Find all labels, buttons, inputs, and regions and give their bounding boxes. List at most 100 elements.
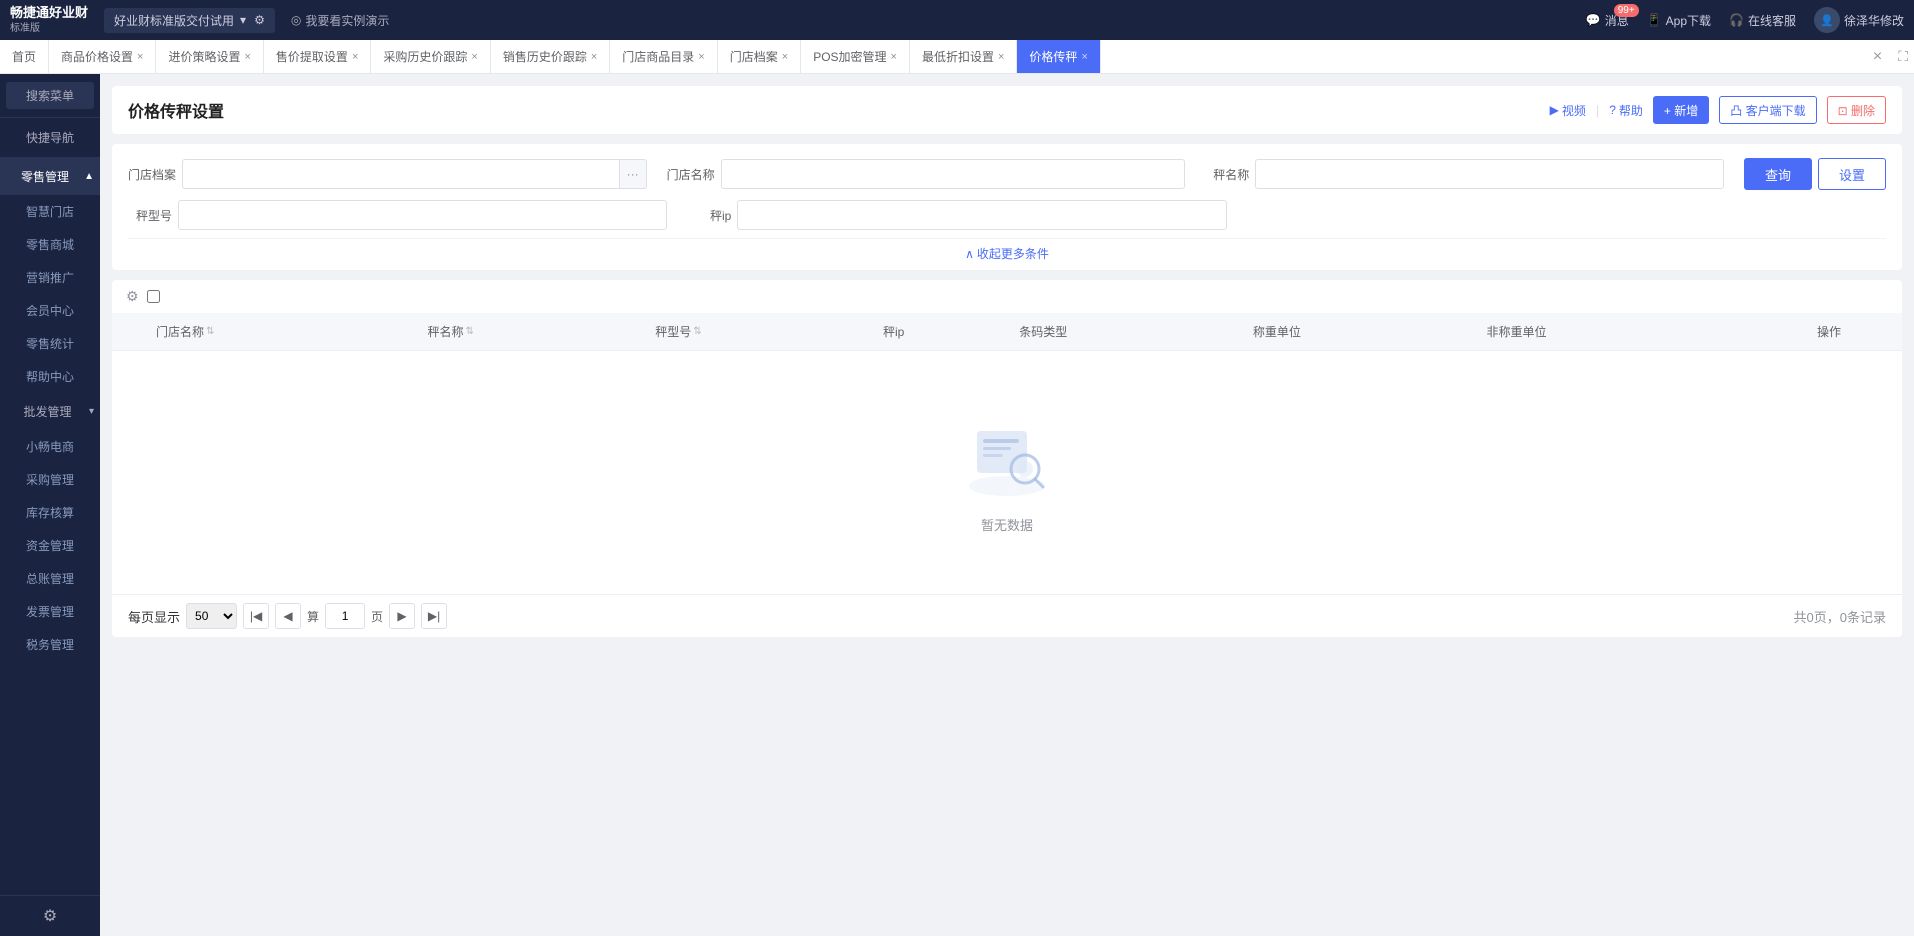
tab-expand-btn[interactable]: ⛶: [1892, 48, 1914, 65]
page-label-post: 页: [371, 608, 383, 625]
page-size-select[interactable]: 10 20 50 100: [186, 603, 237, 629]
sort-icon-scale-model: ⇅: [693, 326, 701, 337]
sidebar-item-smart-store[interactable]: 智慧门店: [0, 195, 100, 228]
query-button[interactable]: 查询: [1744, 158, 1812, 190]
sidebar-item-inventory[interactable]: 库存核算: [0, 496, 100, 529]
tab-sales-history[interactable]: 销售历史价跟踪 ×: [491, 40, 610, 74]
tab-close-btn[interactable]: ×: [1863, 48, 1892, 66]
user-menu-btn[interactable]: 👤 徐泽华修改: [1814, 7, 1904, 33]
th-scale-model[interactable]: 秤型号 ⇅: [647, 313, 875, 351]
tab-price-scale-close[interactable]: ×: [1081, 51, 1087, 63]
tab-bar: 首页 商品价格设置 × 进价策略设置 × 售价提取设置 × 采购历史价跟踪 × …: [0, 40, 1914, 74]
tab-purchase-strategy[interactable]: 进价策略设置 ×: [156, 40, 263, 74]
tab-store-file[interactable]: 门店档案 ×: [718, 40, 801, 74]
tab-store-catalog-close[interactable]: ×: [698, 51, 704, 63]
set-button[interactable]: 设置: [1818, 158, 1886, 190]
sort-icon-store-name: ⇅: [206, 326, 214, 337]
tab-pos-management-label: POS加密管理: [813, 48, 886, 65]
chevron-up-icon: ▲: [84, 171, 94, 182]
empty-text: 暂无数据: [981, 515, 1033, 534]
label-store-name: 门店名称: [667, 166, 715, 183]
settings-icon[interactable]: ⚙: [254, 13, 265, 27]
table-settings-icon[interactable]: ⚙: [126, 288, 139, 305]
tab-pos-management[interactable]: POS加密管理 ×: [801, 40, 910, 74]
page-prev-btn[interactable]: ◀: [275, 603, 301, 629]
tab-product-price[interactable]: 商品价格设置 ×: [49, 40, 156, 74]
scale-model-input[interactable]: [178, 200, 667, 230]
download-icon: 📱: [1647, 13, 1662, 27]
sidebar-item-purchase[interactable]: 采购管理: [0, 463, 100, 496]
store-file-input[interactable]: [182, 159, 619, 189]
download-button[interactable]: 凸 客户端下载: [1719, 96, 1816, 124]
sidebar-item-retail-stats[interactable]: 零售统计: [0, 327, 100, 360]
online-service-btn[interactable]: 🎧 在线客服: [1729, 12, 1796, 29]
sidebar-item-tax[interactable]: 税务管理: [0, 628, 100, 661]
video-link[interactable]: ▶ 视频: [1550, 102, 1586, 119]
sidebar-item-member[interactable]: 会员中心: [0, 294, 100, 327]
sidebar-item-ledger[interactable]: 总账管理: [0, 562, 100, 595]
th-store-name[interactable]: 门店名称 ⇅: [148, 313, 420, 351]
select-all-checkbox[interactable]: [147, 290, 160, 303]
empty-icon: [957, 411, 1057, 501]
th-scale-name[interactable]: 秤名称 ⇅: [420, 313, 648, 351]
help-link[interactable]: ? 帮助: [1609, 102, 1643, 119]
store-file-more-btn[interactable]: ···: [619, 159, 647, 189]
page-header: 价格传秤设置 ▶ 视频 | ? 帮助 + 新增 凸 客户端下载 ⊡ 删除: [112, 86, 1902, 134]
pagination-bar: 每页显示 10 20 50 100 |◀ ◀ 算 1 页 ▶ ▶| 共0页，0条…: [112, 594, 1902, 637]
page-first-btn[interactable]: |◀: [243, 603, 269, 629]
demo-link[interactable]: ◎ 我要看实例演示: [291, 12, 390, 29]
collapse-area: ∧ 收起更多条件: [128, 238, 1886, 262]
th-barcode-type: 条码类型: [1011, 313, 1245, 351]
sidebar-item-ecommerce[interactable]: 小畅电商: [0, 430, 100, 463]
tab-pos-management-close[interactable]: ×: [891, 51, 897, 63]
tab-purchase-history[interactable]: 采购历史价跟踪 ×: [371, 40, 490, 74]
th-scale-name-label: 秤名称: [428, 323, 464, 340]
form-item-scale-ip: 秤ip: [687, 200, 1226, 230]
sidebar-item-help[interactable]: 帮助中心: [0, 360, 100, 393]
tab-home[interactable]: 首页: [0, 40, 49, 74]
page-next-btn[interactable]: ▶: [389, 603, 415, 629]
sidebar-search-btn[interactable]: 搜索菜单: [6, 82, 94, 109]
app-download-btn[interactable]: 📱 App下载: [1647, 12, 1711, 29]
search-form: 门店档案 ··· 门店名称 秤名称: [112, 144, 1902, 270]
video-icon: ▶: [1550, 103, 1559, 117]
tab-min-discount[interactable]: 最低折扣设置 ×: [910, 40, 1017, 74]
page-number-input[interactable]: 1: [325, 603, 365, 629]
sidebar-item-finance[interactable]: 资金管理: [0, 529, 100, 562]
tab-product-price-close[interactable]: ×: [137, 51, 143, 63]
tab-sale-extract-close[interactable]: ×: [352, 51, 358, 63]
add-button[interactable]: + 新增: [1653, 96, 1709, 124]
tab-store-file-close[interactable]: ×: [782, 51, 788, 63]
sidebar-item-smart-store-label: 智慧门店: [26, 205, 74, 219]
tab-sale-extract[interactable]: 售价提取设置 ×: [264, 40, 371, 74]
sidebar-item-wholesale[interactable]: 批发管理 ▾: [0, 393, 100, 430]
sidebar-item-marketing[interactable]: 营销推广: [0, 261, 100, 294]
tab-price-scale[interactable]: 价格传秤 ×: [1017, 40, 1100, 74]
tab-store-catalog[interactable]: 门店商品目录 ×: [610, 40, 717, 74]
tab-min-discount-label: 最低折扣设置: [922, 48, 994, 65]
page-last-btn[interactable]: ▶|: [421, 603, 447, 629]
th-scale-model-label: 秤型号: [655, 323, 691, 340]
label-store-file: 门店档案: [128, 166, 176, 183]
collapse-btn[interactable]: ∧ 收起更多条件: [965, 245, 1049, 262]
tab-purchase-history-close[interactable]: ×: [471, 51, 477, 63]
version-selector-label: 好业财标准版交付试用: [114, 12, 234, 29]
version-selector[interactable]: 好业财标准版交付试用 ▾ ⚙: [104, 8, 275, 33]
avatar-icon: 👤: [1820, 14, 1834, 27]
scale-name-input[interactable]: [1255, 159, 1724, 189]
sidebar-quick-nav-btn[interactable]: 快捷导航: [0, 124, 100, 151]
scale-ip-input[interactable]: [737, 200, 1226, 230]
separator-1: |: [1596, 103, 1599, 118]
tab-min-discount-close[interactable]: ×: [998, 51, 1004, 63]
tab-purchase-strategy-close[interactable]: ×: [244, 51, 250, 63]
sidebar: 搜索菜单 快捷导航 零售管理 ▲ 智慧门店 零售商城 营销推广 会员中心 零售统…: [0, 74, 100, 936]
delete-button[interactable]: ⊡ 删除: [1827, 96, 1886, 124]
settings-icon[interactable]: ⚙: [43, 906, 57, 926]
sidebar-item-retail-mall[interactable]: 零售商城: [0, 228, 100, 261]
tab-sales-history-close[interactable]: ×: [591, 51, 597, 63]
sidebar-item-retail[interactable]: 零售管理 ▲: [0, 158, 100, 195]
tab-store-file-label: 门店档案: [730, 48, 778, 65]
sidebar-item-invoice[interactable]: 发票管理: [0, 595, 100, 628]
message-btn[interactable]: 💬 消息 99+: [1586, 12, 1629, 29]
store-name-input[interactable]: [721, 159, 1186, 189]
